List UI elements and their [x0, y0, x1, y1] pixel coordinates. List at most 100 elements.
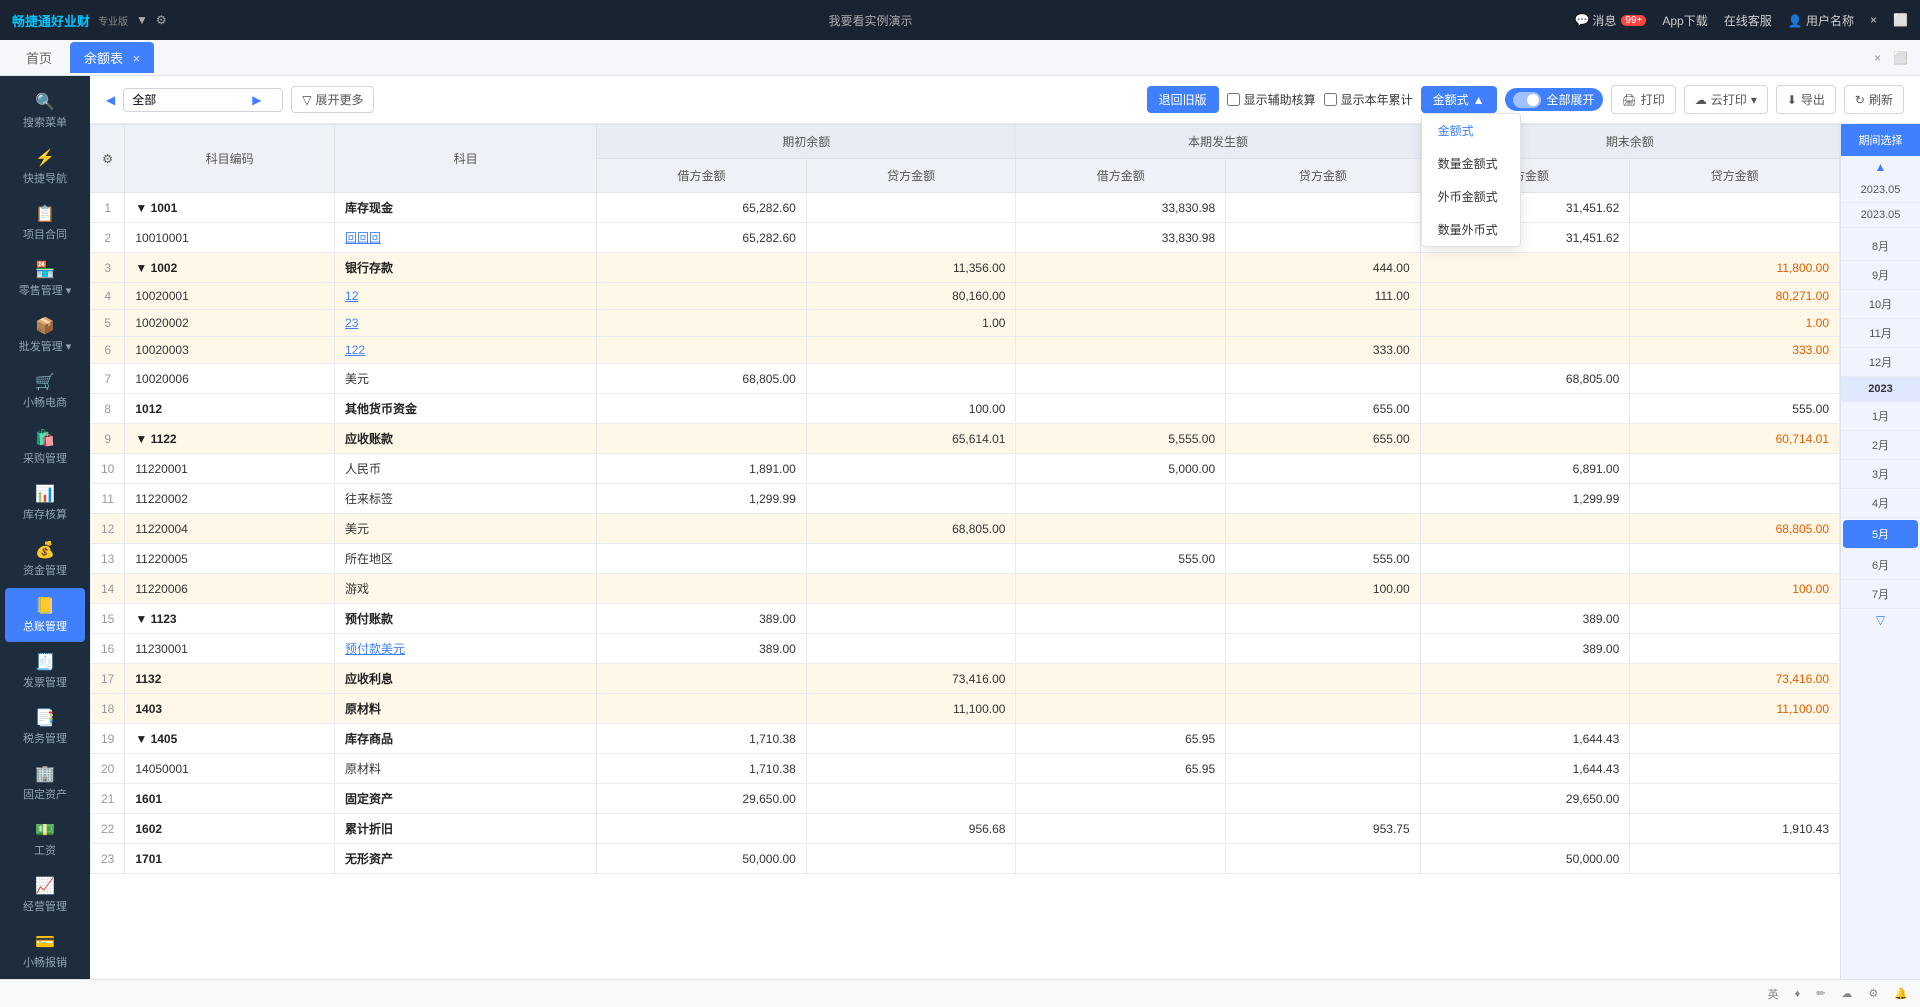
- row-name[interactable]: 原材料: [335, 694, 597, 724]
- row-name[interactable]: 无形资产: [335, 844, 597, 874]
- sidebar-item-ops[interactable]: 📈 经营管理: [5, 868, 85, 922]
- sidebar-item-retail[interactable]: 🏪 零售管理 ▾: [5, 252, 85, 306]
- window-maximize-icon[interactable]: ⬜: [1893, 13, 1908, 27]
- app-download-btn[interactable]: App下载: [1662, 12, 1707, 29]
- row-name: 预付账款: [335, 604, 597, 634]
- period-3[interactable]: 3月: [1841, 460, 1920, 489]
- search-arrow-icon[interactable]: ▶: [252, 93, 261, 107]
- window-close-icon[interactable]: ×: [1870, 13, 1877, 27]
- sidebar-item-quick[interactable]: ⚡ 快捷导航: [5, 140, 85, 194]
- sidebar-item-payroll[interactable]: 💵 工资: [5, 812, 85, 866]
- row-name[interactable]: 预付款美元: [335, 634, 597, 664]
- period-5[interactable]: 5月: [1843, 520, 1918, 549]
- period-10[interactable]: 10月: [1841, 290, 1920, 319]
- user-avatar[interactable]: 👤 用户名称: [1788, 12, 1854, 29]
- sidebar-item-purchase[interactable]: 🛍️ 采购管理: [5, 420, 85, 474]
- row-name[interactable]: 固定资产: [335, 784, 597, 814]
- row-name[interactable]: 应收利息: [335, 664, 597, 694]
- status-lang[interactable]: 英: [1768, 986, 1779, 1002]
- sidebar-item-invoice[interactable]: 🧾 发票管理: [5, 644, 85, 698]
- period-2023-05-b[interactable]: 2023.05: [1841, 203, 1920, 228]
- period-12[interactable]: 12月: [1841, 348, 1920, 377]
- period-1[interactable]: 1月: [1841, 402, 1920, 431]
- period-6[interactable]: 6月: [1841, 551, 1920, 580]
- window-restore-btn[interactable]: ⬜: [1893, 51, 1908, 65]
- expand-all-toggle[interactable]: 全部展开: [1505, 88, 1603, 111]
- nav-dropdown[interactable]: ▼: [136, 13, 148, 27]
- gear-icon[interactable]: ⚙: [156, 13, 167, 27]
- amount-type-dropdown[interactable]: 金额式 ▲ 金额式 数量金额式 外币金额式 数量外币式: [1421, 86, 1497, 113]
- cloud-print-btn[interactable]: ☁ 云打印 ▾: [1684, 85, 1768, 114]
- tab-balance[interactable]: 余额表 ×: [70, 42, 154, 73]
- period-2023[interactable]: 2023: [1841, 377, 1920, 402]
- status-edit-icon[interactable]: ✏: [1816, 987, 1825, 1000]
- sidebar-item-assets[interactable]: 🏢 固定资产: [5, 756, 85, 810]
- row-debit-open: [597, 424, 807, 454]
- period-down-btn[interactable]: ▽: [1841, 609, 1920, 631]
- show-year-label[interactable]: 显示本年累计: [1324, 91, 1413, 108]
- sidebar-item-reports[interactable]: 💳 小畅报销: [5, 924, 85, 978]
- row-number: 7: [91, 364, 125, 394]
- table-row: 21 1601固定资产29,650.0029,650.00: [91, 784, 1840, 814]
- period-up-btn[interactable]: ▲: [1841, 156, 1920, 178]
- row-name[interactable]: 回回回: [335, 223, 597, 253]
- row-credit-close: 1.00: [1630, 310, 1840, 337]
- row-name[interactable]: 累计折旧: [335, 814, 597, 844]
- amount-option-qty-foreign[interactable]: 数量外币式: [1422, 213, 1520, 246]
- tab-home[interactable]: 首页: [12, 42, 66, 73]
- row-debit-close: 389.00: [1420, 634, 1630, 664]
- sidebar-item-capital[interactable]: 💰 资金管理: [5, 532, 85, 586]
- row-name[interactable]: 其他货币资金: [335, 394, 597, 424]
- row-number: 5: [91, 310, 125, 337]
- row-name[interactable]: 12: [335, 283, 597, 310]
- row-name[interactable]: 23: [335, 310, 597, 337]
- sidebar-item-search[interactable]: 🔍 搜索菜单: [5, 84, 85, 138]
- message-btn[interactable]: 💬 消息 99+: [1574, 12, 1646, 29]
- sidebar-item-ecommerce[interactable]: 🛒 小畅电商: [5, 364, 85, 418]
- demo-link[interactable]: 我要看实例演示: [829, 12, 913, 29]
- row-credit-close: [1630, 724, 1840, 754]
- status-cloud-icon[interactable]: ☁: [1841, 987, 1852, 1000]
- row-debit-open: [597, 574, 807, 604]
- sidebar-item-tax[interactable]: 📑 税务管理: [5, 700, 85, 754]
- amount-type-btn[interactable]: 金额式 ▲: [1421, 86, 1497, 113]
- tab-close-icon[interactable]: ×: [133, 51, 141, 66]
- period-2023-05-a[interactable]: 2023.05: [1841, 178, 1920, 203]
- amount-option-qty-amount[interactable]: 数量金额式: [1422, 147, 1520, 180]
- sidebar-item-ledger[interactable]: 📒 总账管理: [5, 588, 85, 642]
- period-9[interactable]: 9月: [1841, 261, 1920, 290]
- refresh-btn[interactable]: ↻ 刷新: [1844, 85, 1904, 114]
- export-btn[interactable]: ⬇ 导出: [1776, 85, 1836, 114]
- return-old-btn[interactable]: 退回旧版: [1147, 86, 1219, 113]
- period-2[interactable]: 2月: [1841, 431, 1920, 460]
- window-close-btn[interactable]: ×: [1874, 51, 1881, 65]
- period-7[interactable]: 7月: [1841, 580, 1920, 609]
- sidebar-item-inventory[interactable]: 📊 库存核算: [5, 476, 85, 530]
- online-service-btn[interactable]: 在线客服: [1724, 12, 1772, 29]
- show-assist-checkbox[interactable]: [1227, 93, 1240, 106]
- sidebar-item-project[interactable]: 📋 项目合同: [5, 196, 85, 250]
- row-debit-curr: [1016, 664, 1226, 694]
- search-input[interactable]: [132, 93, 252, 107]
- print-btn[interactable]: 🖨 打印: [1611, 85, 1676, 114]
- period-4[interactable]: 4月: [1841, 489, 1920, 518]
- show-year-checkbox[interactable]: [1324, 93, 1337, 106]
- row-number: 17: [91, 664, 125, 694]
- row-credit-close: [1630, 454, 1840, 484]
- col-settings-header[interactable]: ⚙: [91, 125, 125, 193]
- sidebar-item-wholesale[interactable]: 📦 批发管理 ▾: [5, 308, 85, 362]
- amount-option-foreign[interactable]: 外币金额式: [1422, 180, 1520, 213]
- left-arrow-icon[interactable]: ◀: [106, 93, 115, 107]
- row-name[interactable]: 122: [335, 337, 597, 364]
- amount-option-amount[interactable]: 金额式: [1422, 114, 1520, 147]
- period-11[interactable]: 11月: [1841, 319, 1920, 348]
- row-credit-open: [806, 604, 1016, 634]
- retail-icon: 🏪: [9, 260, 81, 280]
- row-debit-curr: [1016, 784, 1226, 814]
- expand-btn[interactable]: ▽ 展开更多: [291, 86, 374, 113]
- period-8[interactable]: 8月: [1841, 232, 1920, 261]
- status-bell-icon[interactable]: 🔔: [1894, 987, 1908, 1000]
- status-settings-icon[interactable]: ⚙: [1868, 987, 1878, 1000]
- show-assist-label[interactable]: 显示辅助核算: [1227, 91, 1316, 108]
- inventory-icon: 📊: [9, 484, 81, 504]
